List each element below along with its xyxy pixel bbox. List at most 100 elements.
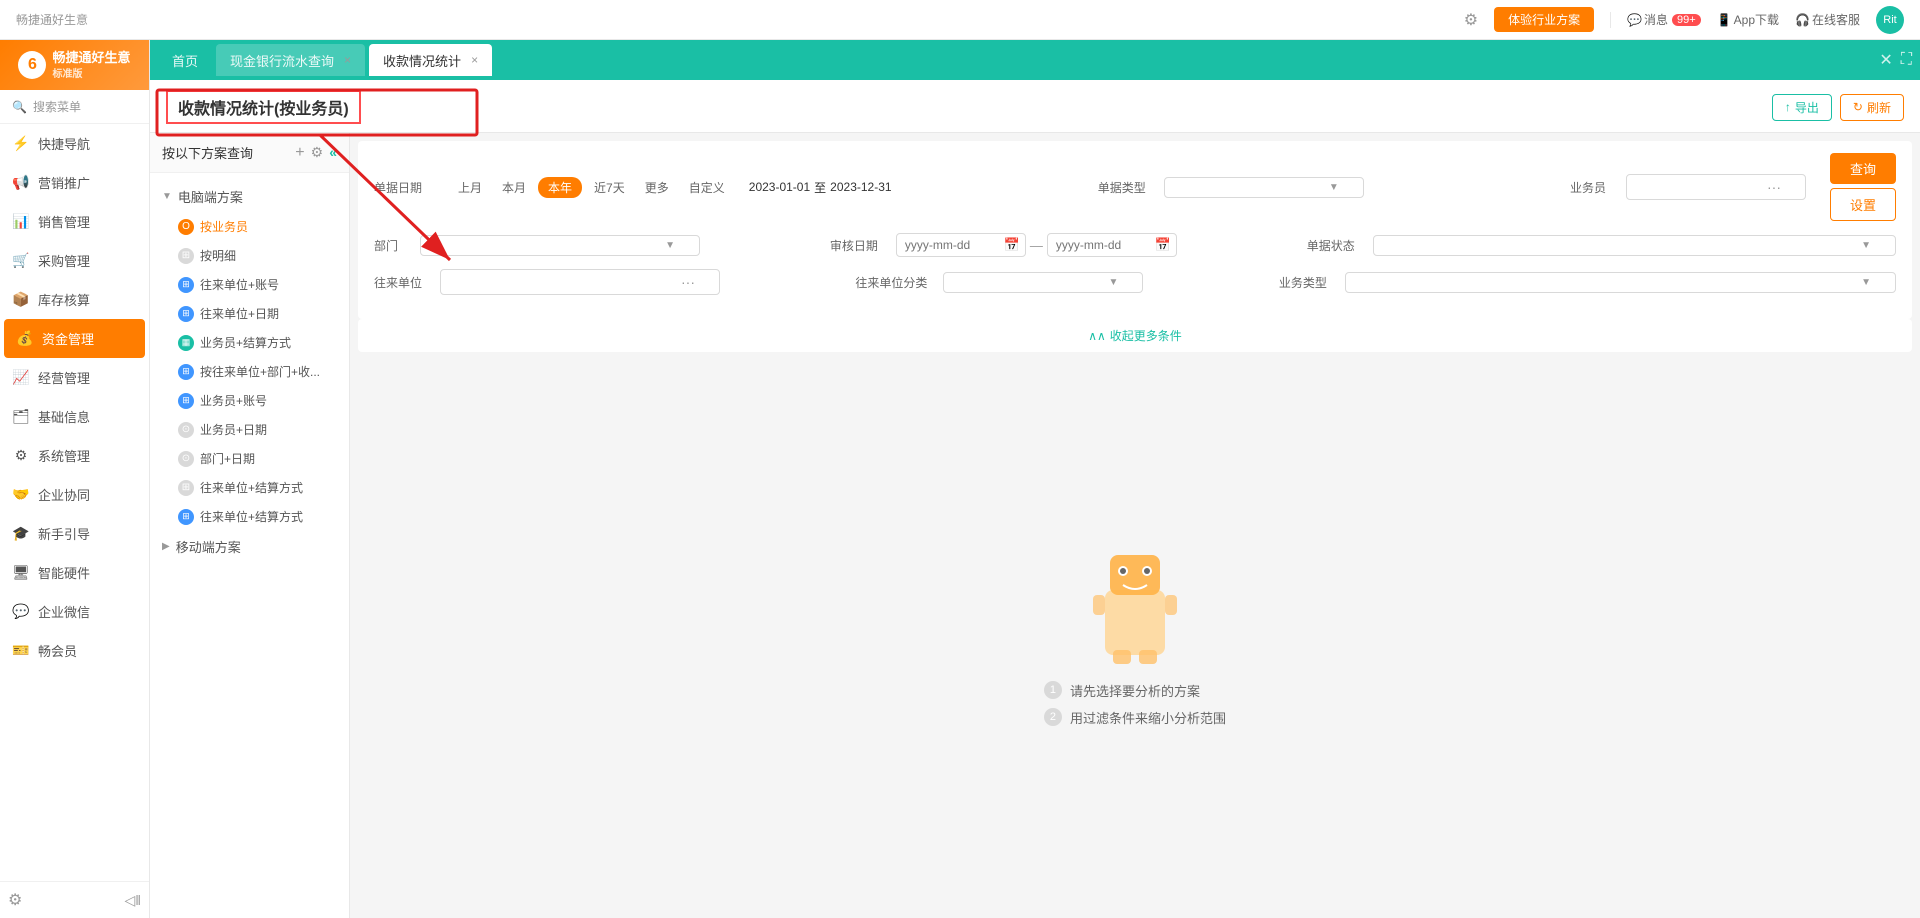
sidebar-item-operations[interactable]: 📈 经营管理	[0, 358, 149, 397]
plan-item-salesman-acct[interactable]: ⊞ 业务员+账号	[150, 386, 349, 415]
search-menu-item[interactable]: 🔍 搜索菜单	[0, 90, 149, 124]
salesman-select[interactable]: ···	[1626, 174, 1806, 200]
tab-close-all-icon[interactable]: ✕	[1879, 50, 1892, 70]
plan-label-unit-calc1: 往来单位+结算方式	[200, 479, 303, 496]
tab-custom-date[interactable]: 自定义	[681, 177, 733, 198]
tab-bar: 首页 现金银行流水查询 × 收款情况统计 × ✕ ⛶	[150, 40, 1920, 80]
sidebar-item-marketing[interactable]: 📢 营销推广	[0, 163, 149, 202]
collapse-panel-icon[interactable]: «	[329, 144, 337, 162]
tab-bank-flow[interactable]: 现金银行流水查询 ×	[216, 44, 365, 76]
receipt-type-select[interactable]: ▼	[1164, 177, 1364, 198]
tab-more-date[interactable]: 更多	[637, 177, 677, 198]
trial-button[interactable]: 体验行业方案	[1494, 7, 1594, 32]
empty-text: 1 请先选择要分析的方案 2 用过滤条件来缩小分析范围	[1044, 681, 1226, 735]
biz-type-label: 业务类型	[1279, 274, 1329, 291]
calendar-from-icon: 📅	[1004, 237, 1020, 253]
plan-item-unit-date[interactable]: ⊞ 往来单位+日期	[150, 299, 349, 328]
tree-group-mobile[interactable]: ▶ 移动端方案	[150, 531, 349, 562]
sidebar-hardware-label: 智能硬件	[38, 563, 90, 582]
left-panel: 按以下方案查询 + ⚙ « ▼ 电脑端方案 O	[150, 133, 350, 918]
gear-icon[interactable]: ⚙	[1464, 10, 1478, 30]
sidebar-item-hardware[interactable]: 🖥 智能硬件	[0, 553, 149, 592]
add-plan-icon[interactable]: +	[295, 144, 304, 162]
collapse-label: 收起更多条件	[1110, 327, 1182, 344]
unit-category-select[interactable]: ▼	[943, 272, 1143, 293]
filter-row-1: 单据日期 上月 本月 本年 近7天 更多 自定义 2023-01-01 至	[374, 153, 1896, 221]
content-area: 按以下方案查询 + ⚙ « ▼ 电脑端方案 O	[150, 133, 1920, 918]
tab-last-month[interactable]: 上月	[450, 177, 490, 198]
online-service-area[interactable]: 🎧 在线客服	[1795, 11, 1860, 28]
tab-last-7-days[interactable]: 近7天	[586, 177, 633, 198]
tab-home[interactable]: 首页	[158, 44, 212, 76]
sidebar-item-quick-nav[interactable]: ⚡ 快捷导航	[0, 124, 149, 163]
sidebar-basic-label: 基础信息	[38, 407, 90, 426]
receipt-status-label: 单据状态	[1307, 237, 1357, 254]
step-2-num: 2	[1044, 708, 1062, 726]
salesman-label: 业务员	[1570, 179, 1610, 196]
plan-item-unit-dept[interactable]: ⊞ 按往来单位+部门+收...	[150, 357, 349, 386]
plan-item-by-salesman[interactable]: O 按业务员	[150, 212, 349, 241]
collapse-sidebar-icon[interactable]: ◁‖	[124, 892, 141, 909]
salesman-more-icon[interactable]: ···	[1767, 179, 1781, 195]
tab-bank-flow-close[interactable]: ×	[344, 53, 351, 67]
collapse-bar[interactable]: ∧∧ 收起更多条件	[358, 319, 1912, 352]
sidebar-item-wechat[interactable]: 💬 企业微信	[0, 592, 149, 631]
receipt-status-select[interactable]: ▼	[1373, 235, 1896, 256]
query-button[interactable]: 查询	[1830, 153, 1896, 184]
sidebar-item-sales[interactable]: 📊 销售管理	[0, 202, 149, 241]
tab-collection-stats-close[interactable]: ×	[471, 53, 478, 67]
dept-chevron: ▼	[665, 240, 675, 251]
sidebar-quick-nav-label: 快捷导航	[38, 134, 90, 153]
plan-item-unit-calc1[interactable]: ⊞ 往来单位+结算方式	[150, 473, 349, 502]
basic-icon: 🗂	[12, 408, 30, 426]
sidebar-item-finance[interactable]: 💰 资金管理	[4, 319, 145, 358]
sidebar-inventory-label: 库存核算	[38, 290, 90, 309]
message-area[interactable]: 💬 消息 99+	[1627, 11, 1701, 28]
sidebar-guide-label: 新手引导	[38, 524, 90, 543]
sidebar-item-guide[interactable]: 🎓 新手引导	[0, 514, 149, 553]
export-button[interactable]: ↑ 导出	[1772, 94, 1832, 121]
plan-item-by-detail[interactable]: ⊞ 按明细	[150, 241, 349, 270]
tab-this-year[interactable]: 本年	[538, 177, 582, 198]
tree-mobile-expand-icon: ▶	[162, 541, 170, 552]
guide-icon: 🎓	[12, 525, 30, 543]
sidebar-item-basic[interactable]: 🗂 基础信息	[0, 397, 149, 436]
plan-icon-salesman-acct: ⊞	[178, 393, 194, 409]
plan-icon-unit-calc2: ⊞	[178, 509, 194, 525]
plan-item-salesman-calc[interactable]: ▦ 业务员+结算方式	[150, 328, 349, 357]
logo-text-wrapper: 畅捷通好生意 标准版	[52, 50, 130, 81]
setting-plan-icon[interactable]: ⚙	[311, 144, 324, 162]
app-download-area[interactable]: 📱 App下载	[1717, 11, 1779, 28]
sidebar-item-enterprise[interactable]: 🤝 企业协同	[0, 475, 149, 514]
tab-this-month[interactable]: 本月	[494, 177, 534, 198]
plan-item-salesman-date[interactable]: ⊙ 业务员+日期	[150, 415, 349, 444]
tree-group-pc[interactable]: ▼ 电脑端方案	[150, 181, 349, 212]
user-display: Rit	[1883, 14, 1896, 26]
tree-expand-icon: ▼	[162, 191, 172, 202]
plan-item-dept-date[interactable]: ⊙ 部门+日期	[150, 444, 349, 473]
filter-area: 单据日期 上月 本月 本年 近7天 更多 自定义 2023-01-01 至	[358, 141, 1912, 319]
plan-item-unit-account[interactable]: ⊞ 往来单位+账号	[150, 270, 349, 299]
tree-group-mobile-label: 移动端方案	[176, 537, 241, 556]
sidebar-item-system[interactable]: ⚙ 系统管理	[0, 436, 149, 475]
top-bar: 畅捷通好生意 ⚙ 体验行业方案 💬 消息 99+ 📱 App下载 🎧 在线客服 …	[0, 0, 1920, 40]
setting-button[interactable]: 设置	[1830, 188, 1896, 221]
tab-collection-stats[interactable]: 收款情况统计 ×	[369, 44, 492, 76]
plan-item-unit-calc2[interactable]: ⊞ 往来单位+结算方式	[150, 502, 349, 531]
plan-label-unit-account: 往来单位+账号	[200, 276, 279, 293]
main-area: 首页 现金银行流水查询 × 收款情况统计 × ✕ ⛶ 收款情况统计(按业务员) …	[150, 40, 1920, 918]
dept-select[interactable]: ▼	[420, 235, 700, 256]
unit-more-icon[interactable]: ···	[681, 274, 695, 290]
sidebar-item-member[interactable]: 🎫 畅会员	[0, 631, 149, 670]
tab-fullscreen-icon[interactable]: ⛶	[1901, 51, 1912, 69]
page-actions: ↑ 导出 ↻ 刷新	[1772, 94, 1904, 121]
settings-bottom-icon[interactable]: ⚙	[8, 890, 22, 910]
unit-select[interactable]: ···	[440, 269, 720, 295]
plan-label-unit-calc2: 往来单位+结算方式	[200, 508, 303, 525]
hardware-icon: 🖥	[12, 564, 30, 582]
user-avatar-area[interactable]: Rit	[1876, 6, 1904, 34]
biz-type-select[interactable]: ▼	[1345, 272, 1896, 293]
refresh-button[interactable]: ↻ 刷新	[1840, 94, 1904, 121]
sidebar-item-inventory[interactable]: 📦 库存核算	[0, 280, 149, 319]
sidebar-item-purchase[interactable]: 🛒 采购管理	[0, 241, 149, 280]
